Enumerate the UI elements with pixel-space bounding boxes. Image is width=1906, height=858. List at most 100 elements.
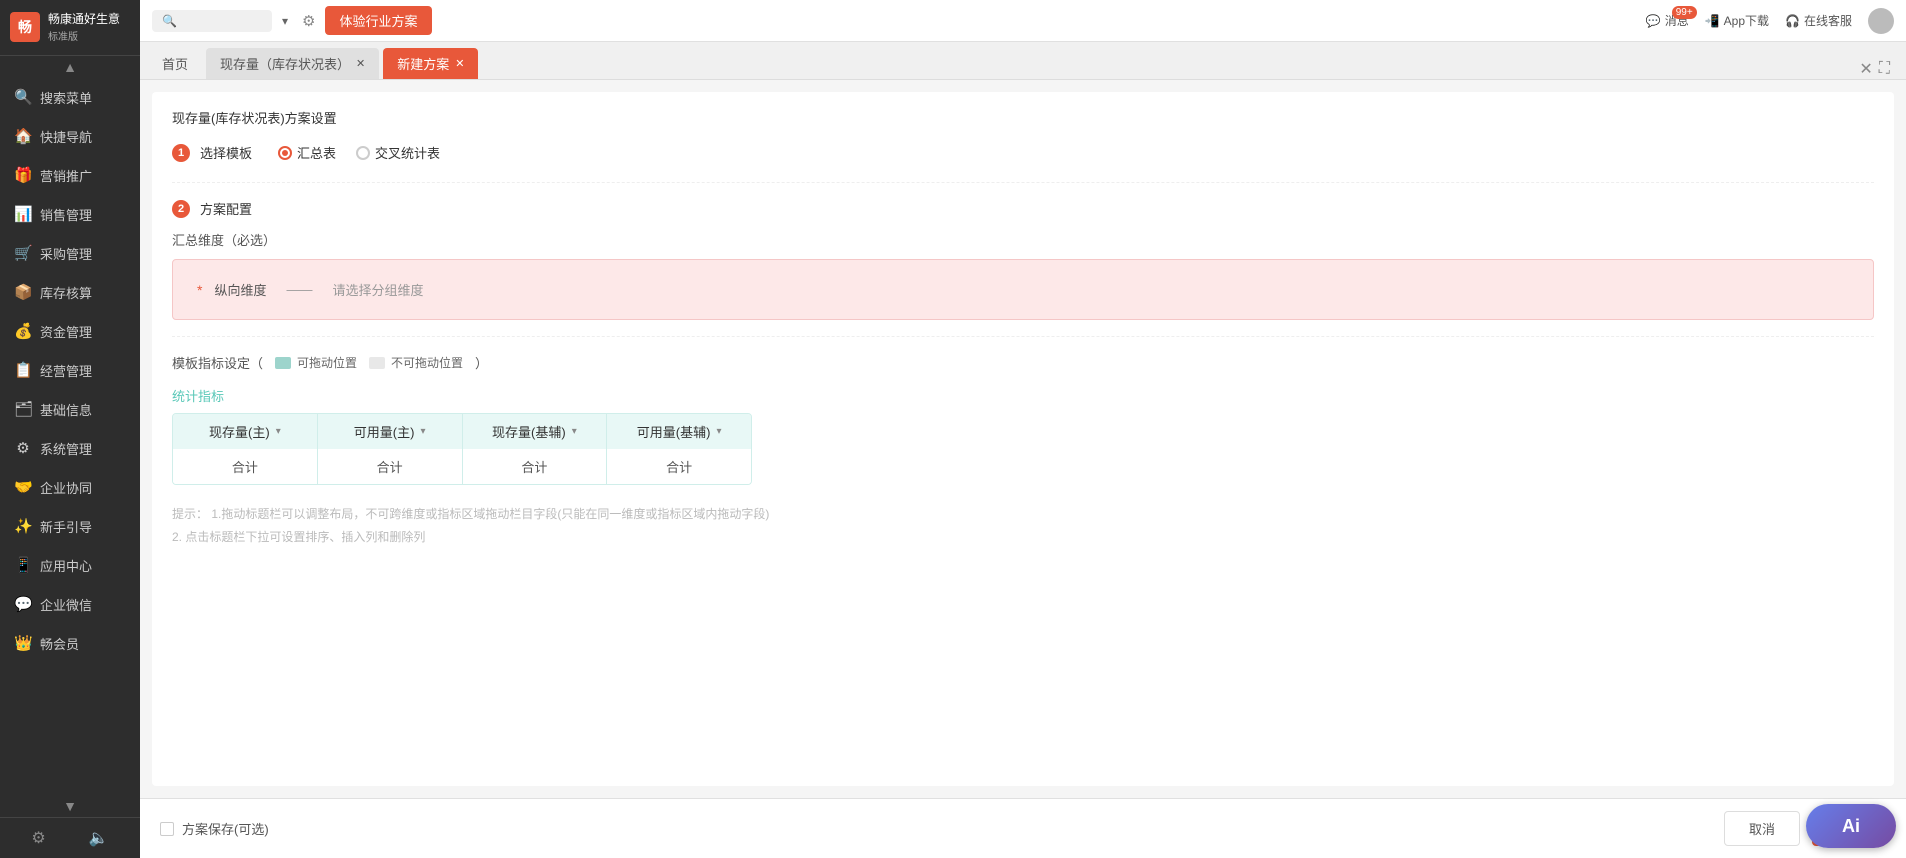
sidebar-item-label: 经营管理: [40, 361, 92, 380]
online-service-label: 在线客服: [1804, 12, 1852, 29]
chevron-down-icon-1: ▾: [276, 426, 281, 437]
main-area: 🔍 ▾ ⚙ 体验行业方案 💬 消息 99+ 📲 App下载 🎧 在线客服 首页: [140, 0, 1906, 858]
sidebar-item-operations[interactable]: 📋 经营管理: [0, 351, 140, 390]
tab-home[interactable]: 首页: [148, 48, 202, 79]
step2-section: 2 方案配置 汇总维度（必选） * 纵向维度 —— 请选择分组维度 模板指标设定…: [172, 199, 1874, 545]
stats-col-4[interactable]: 可用量(基辅) ▾: [607, 414, 751, 449]
vertical-dim-label: 纵向维度: [214, 280, 266, 299]
window-minimize-icon[interactable]: ✕: [1859, 59, 1872, 79]
app-name: 畅康通好生意: [48, 12, 120, 28]
topbar-dropdown[interactable]: ▾: [282, 14, 288, 28]
indicator-settings-suffix: ）: [475, 353, 488, 372]
chevron-down-icon-3: ▾: [572, 426, 577, 437]
stats-table-body: 合计 合计 合计 合计: [173, 449, 751, 484]
home-icon: 🏠: [14, 127, 32, 145]
sidebar-scroll-up[interactable]: ▲: [0, 56, 140, 78]
volume-icon[interactable]: 🔈: [89, 828, 109, 848]
sidebar-item-label: 基础信息: [40, 400, 92, 419]
star-icon: ✨: [14, 517, 32, 535]
sidebar-item-inventory[interactable]: 📦 库存核算: [0, 273, 140, 312]
chevron-down-icon-4: ▾: [716, 426, 721, 437]
radio-summary-circle: [278, 146, 292, 160]
legend-draggable: 可拖动位置: [275, 354, 357, 371]
cancel-button[interactable]: 取消: [1724, 811, 1800, 846]
sidebar-item-sales[interactable]: 📊 销售管理: [0, 195, 140, 234]
hints-section: 提示： 1.拖动标题栏可以调整布局，不可跨维度或指标区域拖动栏目字段(只能在同一…: [172, 505, 1874, 545]
window-expand-icon[interactable]: ⛶: [1879, 60, 1890, 78]
online-service-item[interactable]: 🎧 在线客服: [1785, 12, 1852, 29]
legend-fixed-label: 不可拖动位置: [391, 354, 463, 371]
legend-fixed-box: [369, 357, 385, 369]
sidebar-item-basics[interactable]: 🗂 基础信息: [0, 390, 140, 429]
sidebar-item-system[interactable]: ⚙ 系统管理: [0, 429, 140, 468]
sidebar-item-purchase[interactable]: 🛒 采购管理: [0, 234, 140, 273]
cart-icon: 🛒: [14, 244, 32, 262]
stats-cell-2: 合计: [318, 449, 463, 484]
app-download-item[interactable]: 📲 App下载: [1705, 12, 1769, 29]
stats-col-3[interactable]: 现存量(基辅) ▾: [463, 414, 608, 449]
chart-icon: 📊: [14, 205, 32, 223]
user-avatar[interactable]: [1868, 8, 1894, 34]
step2-number: 2: [172, 200, 190, 218]
search-icon: 🔍: [14, 88, 32, 106]
tab-new-close-icon[interactable]: ✕: [455, 57, 464, 70]
page-title: 现存量(库存状况表)方案设置: [172, 108, 1874, 127]
content-area: 现存量(库存状况表)方案设置 1 选择模板 汇总表 交叉统计表: [140, 80, 1906, 858]
sidebar-item-guide[interactable]: ✨ 新手引导: [0, 507, 140, 546]
hint-2: 2. 点击标题栏下拉可设置排序、插入列和删除列: [172, 528, 1874, 545]
sidebar-item-member[interactable]: 👑 畅会员: [0, 624, 140, 663]
tab-inventory[interactable]: 现存量（库存状况表） ✕: [206, 48, 379, 79]
search-icon: 🔍: [162, 14, 177, 28]
legend-draggable-box: [275, 357, 291, 369]
radio-summary[interactable]: 汇总表: [278, 143, 336, 162]
search-bar[interactable]: 🔍: [152, 10, 272, 32]
ai-label: Ai: [1842, 816, 1860, 837]
sidebar-item-search[interactable]: 🔍 搜索菜单: [0, 78, 140, 117]
ai-bubble[interactable]: Ai: [1806, 804, 1896, 848]
mobile-icon: 📱: [14, 556, 32, 574]
settings-bottom-icon[interactable]: ⚙: [31, 828, 45, 848]
indicator-settings-label: 模板指标设定（: [172, 353, 263, 372]
sidebar-item-label: 营销推广: [40, 166, 92, 185]
legend-fixed: 不可拖动位置: [369, 354, 463, 371]
radio-summary-label: 汇总表: [297, 143, 336, 162]
sidebar-item-wechat[interactable]: 💬 企业微信: [0, 585, 140, 624]
sidebar-item-nav[interactable]: 🏠 快捷导航: [0, 117, 140, 156]
app-logo: 畅 畅康通好生意 标准版: [0, 0, 140, 56]
sidebar-item-apps[interactable]: 📱 应用中心: [0, 546, 140, 585]
dimension-required-area[interactable]: * 纵向维度 —— 请选择分组维度: [172, 259, 1874, 320]
stats-col-2-label: 可用量(主): [354, 422, 415, 441]
dim-dash: ——: [286, 282, 312, 297]
sidebar-item-label: 销售管理: [40, 205, 92, 224]
radio-cross-label: 交叉统计表: [375, 143, 440, 162]
tab-new-plan[interactable]: 新建方案 ✕: [383, 48, 478, 79]
save-checkbox[interactable]: [160, 822, 174, 836]
stats-col-1-label: 现存量(主): [209, 422, 270, 441]
stats-col-4-label: 可用量(基辅): [637, 422, 711, 441]
stats-col-1[interactable]: 现存量(主) ▾: [173, 414, 318, 449]
sidebar: 畅 畅康通好生意 标准版 ▲ 🔍 搜索菜单 🏠 快捷导航 🎁 营销推广 📊 销售…: [0, 0, 140, 858]
topbar: 🔍 ▾ ⚙ 体验行业方案 💬 消息 99+ 📲 App下载 🎧 在线客服: [140, 0, 1906, 42]
required-star: *: [197, 282, 202, 298]
stats-col-2[interactable]: 可用量(主) ▾: [318, 414, 463, 449]
radio-cross[interactable]: 交叉统计表: [356, 143, 440, 162]
settings-panel: 现存量(库存状况表)方案设置 1 选择模板 汇总表 交叉统计表: [152, 92, 1894, 786]
sidebar-scroll-down[interactable]: ▼: [0, 795, 140, 817]
message-item[interactable]: 💬 消息 99+: [1646, 12, 1689, 29]
topbar-right: 💬 消息 99+ 📲 App下载 🎧 在线客服: [1646, 8, 1894, 34]
tab-inventory-label: 现存量（库存状况表）: [220, 54, 350, 73]
template-radio-group: 汇总表 交叉统计表: [278, 143, 440, 162]
sidebar-item-marketing[interactable]: 🎁 营销推广: [0, 156, 140, 195]
trial-button[interactable]: 体验行业方案: [325, 6, 431, 35]
sidebar-item-finance[interactable]: 💰 资金管理: [0, 312, 140, 351]
gear-icon: ⚙: [14, 439, 32, 457]
hint-1: 提示： 1.拖动标题栏可以调整布局，不可跨维度或指标区域拖动栏目字段(只能在同一…: [172, 505, 1874, 522]
stats-col-3-label: 现存量(基辅): [492, 422, 566, 441]
topbar-gear-icon[interactable]: ⚙: [302, 12, 315, 30]
clipboard-icon: 📋: [14, 361, 32, 379]
tab-close-icon[interactable]: ✕: [356, 57, 365, 70]
step1-header: 1 选择模板 汇总表 交叉统计表: [172, 143, 1874, 162]
folder-icon: 🗂: [14, 400, 32, 418]
stats-cell-3: 合计: [463, 449, 608, 484]
sidebar-item-collab[interactable]: 🤝 企业协同: [0, 468, 140, 507]
